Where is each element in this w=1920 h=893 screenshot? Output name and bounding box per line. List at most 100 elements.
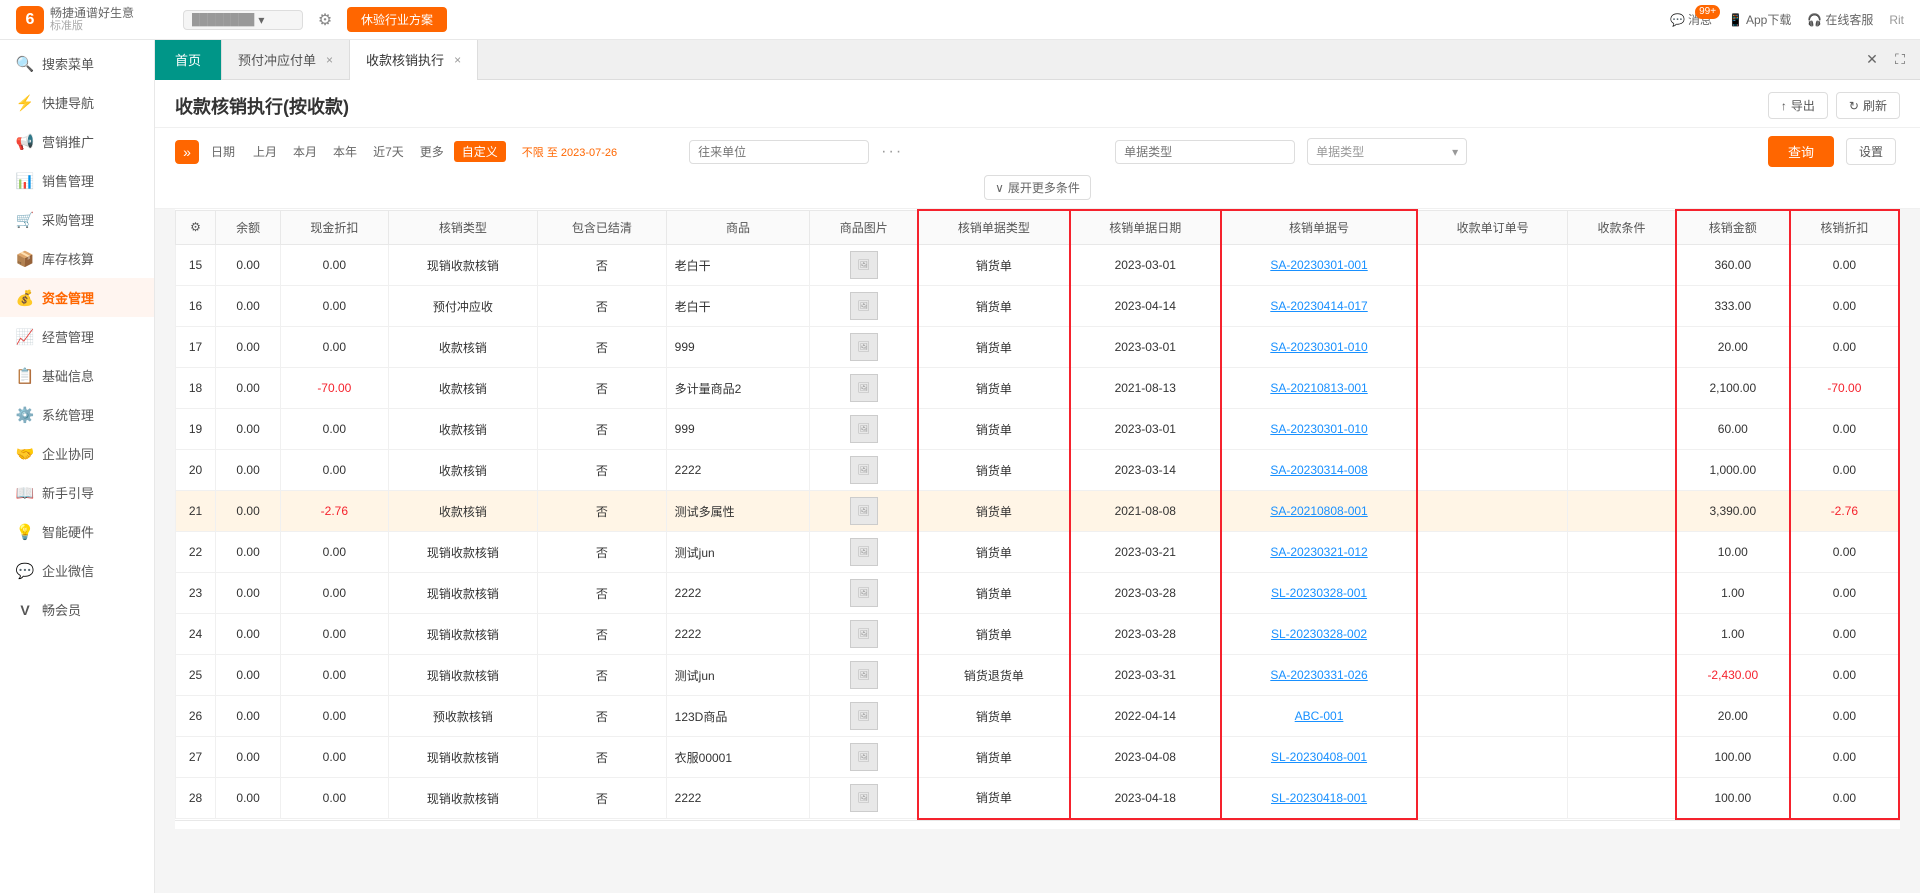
voucher-type-select[interactable]: 单据类型 ▾ — [1307, 138, 1467, 165]
voucher-no-link[interactable]: SA-20230301-010 — [1270, 422, 1367, 436]
td-voucher-no[interactable]: SA-20230301-010 — [1221, 327, 1417, 368]
td-settled: 否 — [538, 532, 667, 573]
td-type: 现销收款核销 — [388, 532, 538, 573]
td-balance: 0.00 — [216, 614, 281, 655]
td-voucher-no[interactable]: SA-20230301-001 — [1221, 245, 1417, 286]
td-settled: 否 — [538, 655, 667, 696]
voucher-no-link[interactable]: SL-20230418-001 — [1271, 791, 1367, 805]
td-settled: 否 — [538, 491, 667, 532]
sidebar-item-quicknav[interactable]: ⚡ 快捷导航 — [0, 83, 154, 122]
voucher-no-link[interactable]: SA-20210808-001 — [1270, 504, 1367, 518]
voucher-no-link[interactable]: SA-20230301-010 — [1270, 340, 1367, 354]
td-writeoff-discount: 0.00 — [1790, 286, 1899, 327]
voucher-no-link[interactable]: SL-20230328-001 — [1271, 586, 1367, 600]
td-voucher-no[interactable]: SL-20230418-001 — [1221, 778, 1417, 819]
td-goods: 2222 — [666, 778, 810, 819]
maximize-tab-btn[interactable]: ⛶ — [1888, 48, 1912, 72]
date-range: 上月 本月 本年 近7天 更多 自定义 — [247, 141, 506, 162]
sidebar-item-enterprise[interactable]: 🤝 企业协同 — [0, 434, 154, 473]
marketing-icon: 📢 — [16, 133, 34, 151]
industry-btn[interactable]: 休验行业方案 — [347, 7, 447, 32]
date-this-month-btn[interactable]: 本月 — [287, 141, 323, 162]
app-download-btn[interactable]: 📱 App下载 — [1728, 11, 1791, 28]
td-voucher-type: 销货单 — [918, 573, 1069, 614]
voucher-no-link[interactable]: SA-20230321-012 — [1270, 545, 1367, 559]
export-btn[interactable]: ↑ 导出 — [1768, 92, 1828, 119]
close-tab-btn[interactable]: ✕ — [1860, 48, 1884, 72]
logo-area: 6 畅捷通谱好生意 标准版 — [16, 6, 171, 34]
chevron-down-icon: ∨ — [995, 181, 1004, 195]
voucher-no-link[interactable]: SL-20230328-002 — [1271, 627, 1367, 641]
online-service-btn[interactable]: 🎧 在线客服 — [1807, 11, 1873, 28]
sidebar-item-marketing[interactable]: 📢 营销推广 — [0, 122, 154, 161]
td-voucher-no[interactable]: SL-20230408-001 — [1221, 737, 1417, 778]
td-receipt-terms — [1568, 573, 1676, 614]
td-voucher-type: 销货单 — [918, 450, 1069, 491]
table-container[interactable]: ⚙ 余额 现金折扣 核销类型 包含已结清 商品 商品图片 核销单据类型 核销单据… — [175, 209, 1900, 829]
sidebar-item-inventory[interactable]: 📦 库存核算 — [0, 239, 154, 278]
tab-close-prepay[interactable]: × — [326, 53, 333, 67]
date-7days-btn[interactable]: 近7天 — [367, 141, 410, 162]
td-goods: 测试jun — [666, 532, 810, 573]
td-voucher-no[interactable]: SA-20230314-008 — [1221, 450, 1417, 491]
td-voucher-no[interactable]: SA-20230331-026 — [1221, 655, 1417, 696]
voucher-type-input[interactable] — [1115, 140, 1295, 164]
sidebar-item-guide[interactable]: 📖 新手引导 — [0, 473, 154, 512]
tab-close-writeoff[interactable]: × — [454, 53, 461, 67]
td-voucher-no[interactable]: SA-20230301-010 — [1221, 409, 1417, 450]
notification-btn[interactable]: 💬 消息 99+ — [1670, 11, 1712, 28]
voucher-no-link[interactable]: SA-20230414-017 — [1270, 299, 1367, 313]
sidebar-item-finance[interactable]: 💰 资金管理 — [0, 278, 154, 317]
sidebar-item-sales[interactable]: 📊 销售管理 — [0, 161, 154, 200]
settings-icon-btn[interactable]: ⚙ — [311, 6, 339, 34]
sidebar-item-search[interactable]: 🔍 搜索菜单 — [0, 44, 154, 83]
td-id: 26 — [176, 696, 216, 737]
td-cash-discount: 0.00 — [281, 696, 388, 737]
voucher-no-link[interactable]: SA-20210813-001 — [1270, 381, 1367, 395]
tab-writeoff[interactable]: 收款核销执行 × — [350, 40, 478, 80]
td-voucher-no[interactable]: SA-20230414-017 — [1221, 286, 1417, 327]
td-balance: 0.00 — [216, 532, 281, 573]
td-goods: 测试jun — [666, 655, 810, 696]
voucher-no-link[interactable]: SL-20230408-001 — [1271, 750, 1367, 764]
td-writeoff-amount: 2,100.00 — [1676, 368, 1790, 409]
date-this-year-btn[interactable]: 本年 — [327, 141, 363, 162]
date-more-btn[interactable]: 更多 — [414, 141, 450, 162]
sidebar-item-system[interactable]: ⚙️ 系统管理 — [0, 395, 154, 434]
tab-home[interactable]: 首页 — [155, 40, 222, 80]
td-voucher-date: 2023-04-08 — [1070, 737, 1221, 778]
td-voucher-no[interactable]: SL-20230328-002 — [1221, 614, 1417, 655]
sidebar-item-hardware[interactable]: 💡 智能硬件 — [0, 512, 154, 551]
td-writeoff-amount: 3,390.00 — [1676, 491, 1790, 532]
voucher-no-link[interactable]: ABC-001 — [1295, 709, 1344, 723]
td-voucher-no[interactable]: SL-20230328-001 — [1221, 573, 1417, 614]
date-last-month-btn[interactable]: 上月 — [247, 141, 283, 162]
filter-expand-btn[interactable]: » — [175, 140, 199, 164]
sidebar-item-member[interactable]: V 畅会员 — [0, 590, 154, 629]
date-custom-btn[interactable]: 自定义 — [454, 141, 506, 162]
td-voucher-no[interactable]: SA-20210813-001 — [1221, 368, 1417, 409]
top-bar-right: 💬 消息 99+ 📱 App下载 🎧 在线客服 Rit — [1670, 11, 1904, 28]
company-selector[interactable]: ████████ ▾ — [183, 10, 303, 30]
td-voucher-type: 销货单 — [918, 409, 1069, 450]
page-actions: ↑ 导出 ↻ 刷新 — [1768, 92, 1900, 119]
td-voucher-type: 销货单 — [918, 286, 1069, 327]
voucher-no-link[interactable]: SA-20230314-008 — [1270, 463, 1367, 477]
sidebar-item-operations[interactable]: 📈 经营管理 — [0, 317, 154, 356]
counterparty-input[interactable] — [689, 140, 869, 164]
td-voucher-no[interactable]: ABC-001 — [1221, 696, 1417, 737]
td-voucher-no[interactable]: SA-20230321-012 — [1221, 532, 1417, 573]
refresh-btn[interactable]: ↻ 刷新 — [1836, 92, 1900, 119]
sidebar-item-purchase[interactable]: 🛒 采购管理 — [0, 200, 154, 239]
th-goods: 商品 — [666, 210, 810, 245]
td-voucher-date: 2023-03-28 — [1070, 573, 1221, 614]
table-settings-btn[interactable]: 设置 — [1846, 138, 1896, 165]
td-voucher-no[interactable]: SA-20210808-001 — [1221, 491, 1417, 532]
voucher-no-link[interactable]: SA-20230301-001 — [1270, 258, 1367, 272]
sidebar-item-wechat[interactable]: 💬 企业微信 — [0, 551, 154, 590]
tab-prepay[interactable]: 预付冲应付单 × — [222, 40, 350, 80]
query-btn[interactable]: 查询 — [1768, 136, 1834, 167]
voucher-no-link[interactable]: SA-20230331-026 — [1270, 668, 1367, 682]
expand-more-btn[interactable]: ∨ 展开更多条件 — [984, 175, 1091, 200]
sidebar-item-basics[interactable]: 📋 基础信息 — [0, 356, 154, 395]
